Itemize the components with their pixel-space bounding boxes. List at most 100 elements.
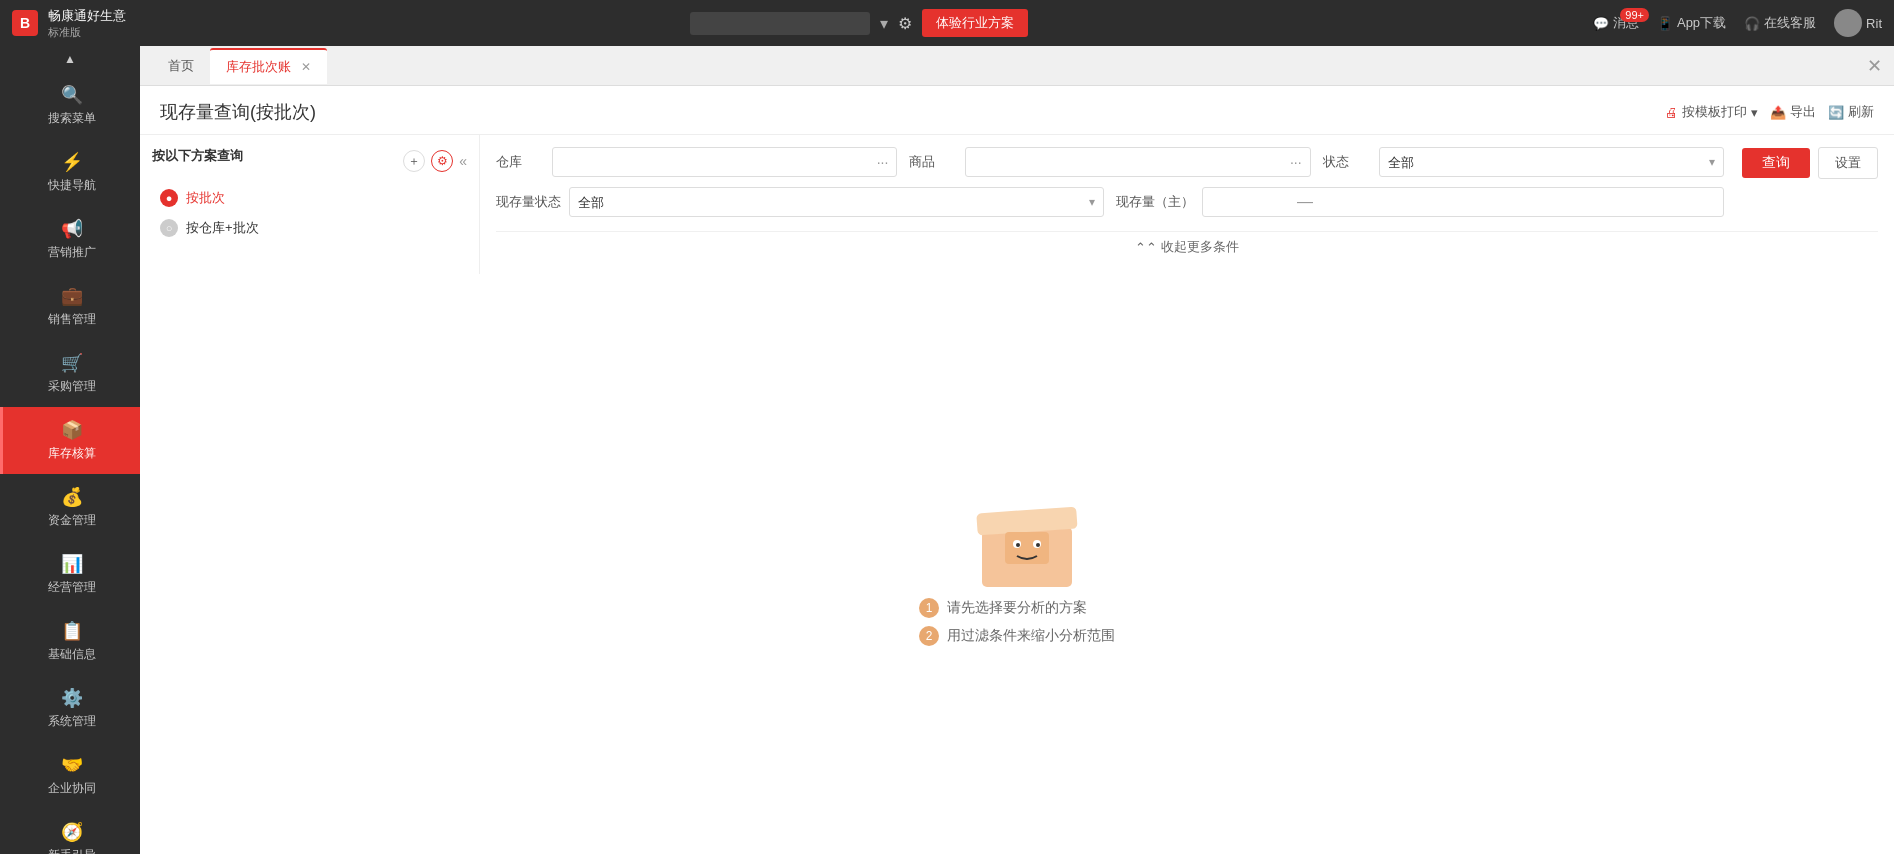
tab-inventory-batch[interactable]: 库存批次账 ✕ <box>210 48 327 84</box>
empty-tip-2: 2 用过滤条件来缩小分析范围 <box>919 626 1115 646</box>
product-input[interactable] <box>974 155 1286 170</box>
warehouse-input-wrap[interactable]: ··· <box>552 147 897 177</box>
main-layout: ▲ 🔍 搜索菜单 ⚡ 快捷导航 📢 营销推广 💼 销售管理 🛒 采购管理 📦 库… <box>0 46 1894 854</box>
sidebar-item-system[interactable]: ⚙️ 系统管理 <box>0 675 140 742</box>
product-input-wrap[interactable]: ··· <box>965 147 1310 177</box>
collab-icon: 🤝 <box>61 754 83 776</box>
sidebar-label-sales: 销售管理 <box>48 311 96 328</box>
search-dropdown-icon[interactable]: ▾ <box>880 14 888 33</box>
print-button[interactable]: 🖨 按模板打印 ▾ <box>1665 103 1758 121</box>
filter-left: 按以下方案查询 ＋ ⚙ « ● 按批次 ○ 按仓库+批次 <box>140 135 480 274</box>
tip-text-2: 用过滤条件来缩小分析范围 <box>947 627 1115 645</box>
add-scheme-button[interactable]: ＋ <box>403 150 425 172</box>
scheme-settings-button[interactable]: ⚙ <box>431 150 453 172</box>
set-button[interactable]: 设置 <box>1818 147 1878 179</box>
filter-right: 仓库 ··· 商品 <box>480 135 1894 274</box>
topbar: B 畅康通好生意 标准版 ▾ ⚙ 体验行业方案 💬 消息 99+ 📱 App下载… <box>0 0 1894 46</box>
status-dropdown-icon: ▾ <box>1709 155 1715 169</box>
sidebar-item-sales[interactable]: 💼 销售管理 <box>0 273 140 340</box>
scheme-icon-batch: ● <box>160 189 178 207</box>
phone-icon: 📱 <box>1657 16 1673 31</box>
filter-scheme-header: 按以下方案查询 ＋ ⚙ « <box>152 147 467 175</box>
sidebar-item-newguide[interactable]: 🧭 新手引导 <box>0 809 140 854</box>
sidebar-item-collab[interactable]: 🤝 企业协同 <box>0 742 140 809</box>
product-dots[interactable]: ··· <box>1290 154 1302 170</box>
product-label: 商品 <box>909 153 957 171</box>
sidebar-item-quicknav[interactable]: ⚡ 快捷导航 <box>0 139 140 206</box>
headset-icon: 🎧 <box>1744 16 1760 31</box>
tab-home[interactable]: 首页 <box>152 49 210 83</box>
stock-qty-label: 现存量（主） <box>1116 193 1194 211</box>
stock-status-select-wrap[interactable]: 全部 有库存 无库存 ▾ <box>569 187 1104 217</box>
warehouse-dots[interactable]: ··· <box>877 154 889 170</box>
app-logo: B <box>12 10 38 36</box>
print-icon: 🖨 <box>1665 105 1678 120</box>
purchase-icon: 🛒 <box>61 352 83 374</box>
scheme-label-batch: 按批次 <box>186 189 225 207</box>
sidebar-item-purchase[interactable]: 🛒 采购管理 <box>0 340 140 407</box>
export-icon: 📤 <box>1770 105 1786 120</box>
filter-row-2: 现存量状态 全部 有库存 无库存 ▾ <box>496 187 1724 217</box>
refresh-label: 刷新 <box>1848 103 1874 121</box>
topbar-right: 💬 消息 99+ 📱 App下载 🎧 在线客服 Rit <box>1593 9 1882 37</box>
status-select[interactable]: 全部 正常 停用 <box>1388 155 1709 170</box>
sidebar-item-finance[interactable]: 💰 资金管理 <box>0 474 140 541</box>
app-title: 畅康通好生意 <box>48 8 126 23</box>
warehouse-input[interactable] <box>561 155 873 170</box>
sidebar-label-finance: 资金管理 <box>48 512 96 529</box>
stock-qty-range[interactable]: — <box>1202 187 1724 217</box>
chevron-up-icon: ⌃⌃ <box>1135 240 1157 255</box>
sidebar-item-basic[interactable]: 📋 基础信息 <box>0 608 140 675</box>
newguide-icon: 🧭 <box>61 821 83 843</box>
status-filter-group: 状态 全部 正常 停用 ▾ <box>1323 147 1724 177</box>
filter-area: 按以下方案查询 ＋ ⚙ « ● 按批次 ○ 按仓库+批次 <box>140 135 1894 274</box>
scheme-label-warehouse: 按仓库+批次 <box>186 219 259 237</box>
username-label: Rit <box>1866 16 1882 31</box>
tab-bar: 首页 库存批次账 ✕ ✕ <box>140 46 1894 86</box>
search-input[interactable] <box>690 12 870 35</box>
stock-qty-to-input[interactable] <box>1319 195 1399 210</box>
stock-status-select[interactable]: 全部 有库存 无库存 <box>578 195 1089 210</box>
app-download-item[interactable]: 📱 App下载 <box>1657 14 1726 32</box>
messages-item[interactable]: 💬 消息 99+ <box>1593 14 1639 32</box>
avatar <box>1834 9 1862 37</box>
trial-button[interactable]: 体验行业方案 <box>922 9 1028 37</box>
sidebar-item-inventory[interactable]: 📦 库存核算 <box>0 407 140 474</box>
page-body: 现存量查询(按批次) 🖨 按模板打印 ▾ 📤 导出 🔄 刷新 <box>140 86 1894 854</box>
search-icon: 🔍 <box>61 84 83 106</box>
collapse-more-conditions[interactable]: ⌃⌃ 收起更多条件 <box>496 231 1878 262</box>
topbar-gear-icon[interactable]: ⚙ <box>898 14 912 33</box>
refresh-icon: 🔄 <box>1828 105 1844 120</box>
content-area: 首页 库存批次账 ✕ ✕ 现存量查询(按批次) 🖨 按模板打印 ▾ <box>140 46 1894 854</box>
status-select-wrap[interactable]: 全部 正常 停用 ▾ <box>1379 147 1724 177</box>
export-button[interactable]: 📤 导出 <box>1770 103 1816 121</box>
tab-close-icon[interactable]: ✕ <box>301 60 311 74</box>
scheme-item-warehouse-batch[interactable]: ○ 按仓库+批次 <box>152 213 467 243</box>
sidebar-label-inventory: 库存核算 <box>48 445 96 462</box>
scheme-item-batch[interactable]: ● 按批次 <box>152 183 467 213</box>
system-icon: ⚙️ <box>61 687 83 709</box>
tip-num-2: 2 <box>919 626 939 646</box>
sidebar-label-purchase: 采购管理 <box>48 378 96 395</box>
topbar-left: B 畅康通好生意 标准版 <box>12 6 126 40</box>
tip-num-1: 1 <box>919 598 939 618</box>
product-filter-group: 商品 ··· <box>909 147 1310 177</box>
scheme-actions: ＋ ⚙ « <box>403 150 467 172</box>
sidebar-scroll-up[interactable]: ▲ <box>0 46 140 72</box>
refresh-button[interactable]: 🔄 刷新 <box>1828 103 1874 121</box>
sidebar-item-management[interactable]: 📊 经营管理 <box>0 541 140 608</box>
query-button[interactable]: 查询 <box>1742 148 1810 178</box>
range-separator: — <box>1297 193 1313 211</box>
message-icon: 💬 <box>1593 16 1609 31</box>
scheme-icon-warehouse: ○ <box>160 219 178 237</box>
svg-point-6 <box>1036 543 1040 547</box>
stock-qty-from-input[interactable] <box>1211 195 1291 210</box>
user-item[interactable]: Rit <box>1834 9 1882 37</box>
sidebar-item-search[interactable]: 🔍 搜索菜单 <box>0 72 140 139</box>
online-service-item[interactable]: 🎧 在线客服 <box>1744 14 1816 32</box>
sidebar-item-marketing[interactable]: 📢 营销推广 <box>0 206 140 273</box>
page-close-button[interactable]: ✕ <box>1867 55 1882 77</box>
sidebar-label-marketing: 营销推广 <box>48 244 96 261</box>
collapse-scheme-button[interactable]: « <box>459 150 467 172</box>
print-dropdown-icon[interactable]: ▾ <box>1751 105 1758 120</box>
